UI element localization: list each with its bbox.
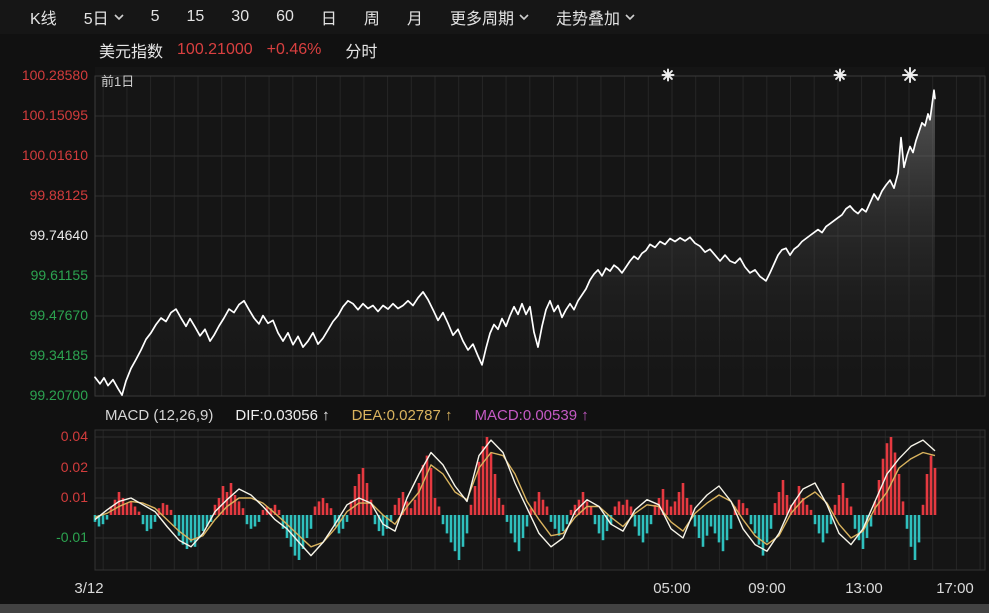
chart-app: K线 5日 5 15 30 60 日 周 月 更多周期 走势叠加 美元指数 10… [0, 0, 989, 613]
macd-tick-label: 0.02 [0, 459, 88, 476]
time-tick-label: 17:00 [925, 580, 985, 597]
event-marker[interactable] [835, 70, 846, 81]
time-tick-label: 13:00 [834, 580, 894, 597]
price-tick-label: 99.61155 [0, 267, 88, 284]
time-tick-label: 09:00 [737, 580, 797, 597]
price-tick-label: 99.88125 [0, 187, 88, 204]
price-tick-label: 100.28580 [0, 67, 88, 84]
price-tick-label: 99.74640 [0, 227, 88, 244]
price-tick-label: 100.15095 [0, 107, 88, 124]
chart-canvas[interactable] [0, 0, 989, 613]
macd-tick-label: -0.01 [0, 529, 88, 546]
price-tick-label: 99.20700 [0, 387, 88, 404]
time-tick-label: 3/12 [59, 580, 119, 597]
macd-macd-value: MACD:0.00539 ↑ [475, 407, 589, 424]
time-tick-label: 05:00 [642, 580, 702, 597]
price-tick-label: 99.47670 [0, 307, 88, 324]
macd-header: MACD (12,26,9) DIF:0.03056 ↑ DEA:0.02787… [0, 403, 989, 428]
macd-dea-value: DEA:0.02787 ↑ [352, 407, 453, 424]
macd-title: MACD (12,26,9) [105, 407, 213, 424]
macd-tick-label: 0.04 [0, 428, 88, 445]
event-marker[interactable] [663, 70, 674, 81]
macd-tick-label: 0.01 [0, 489, 88, 506]
event-marker[interactable] [903, 68, 917, 82]
price-tick-label: 100.01610 [0, 147, 88, 164]
macd-dif-value: DIF:0.03056 ↑ [235, 407, 329, 424]
zoom-scrollbar[interactable] [0, 604, 989, 613]
price-tick-label: 99.34185 [0, 347, 88, 364]
prev-day-label: 前1日 [101, 71, 134, 90]
